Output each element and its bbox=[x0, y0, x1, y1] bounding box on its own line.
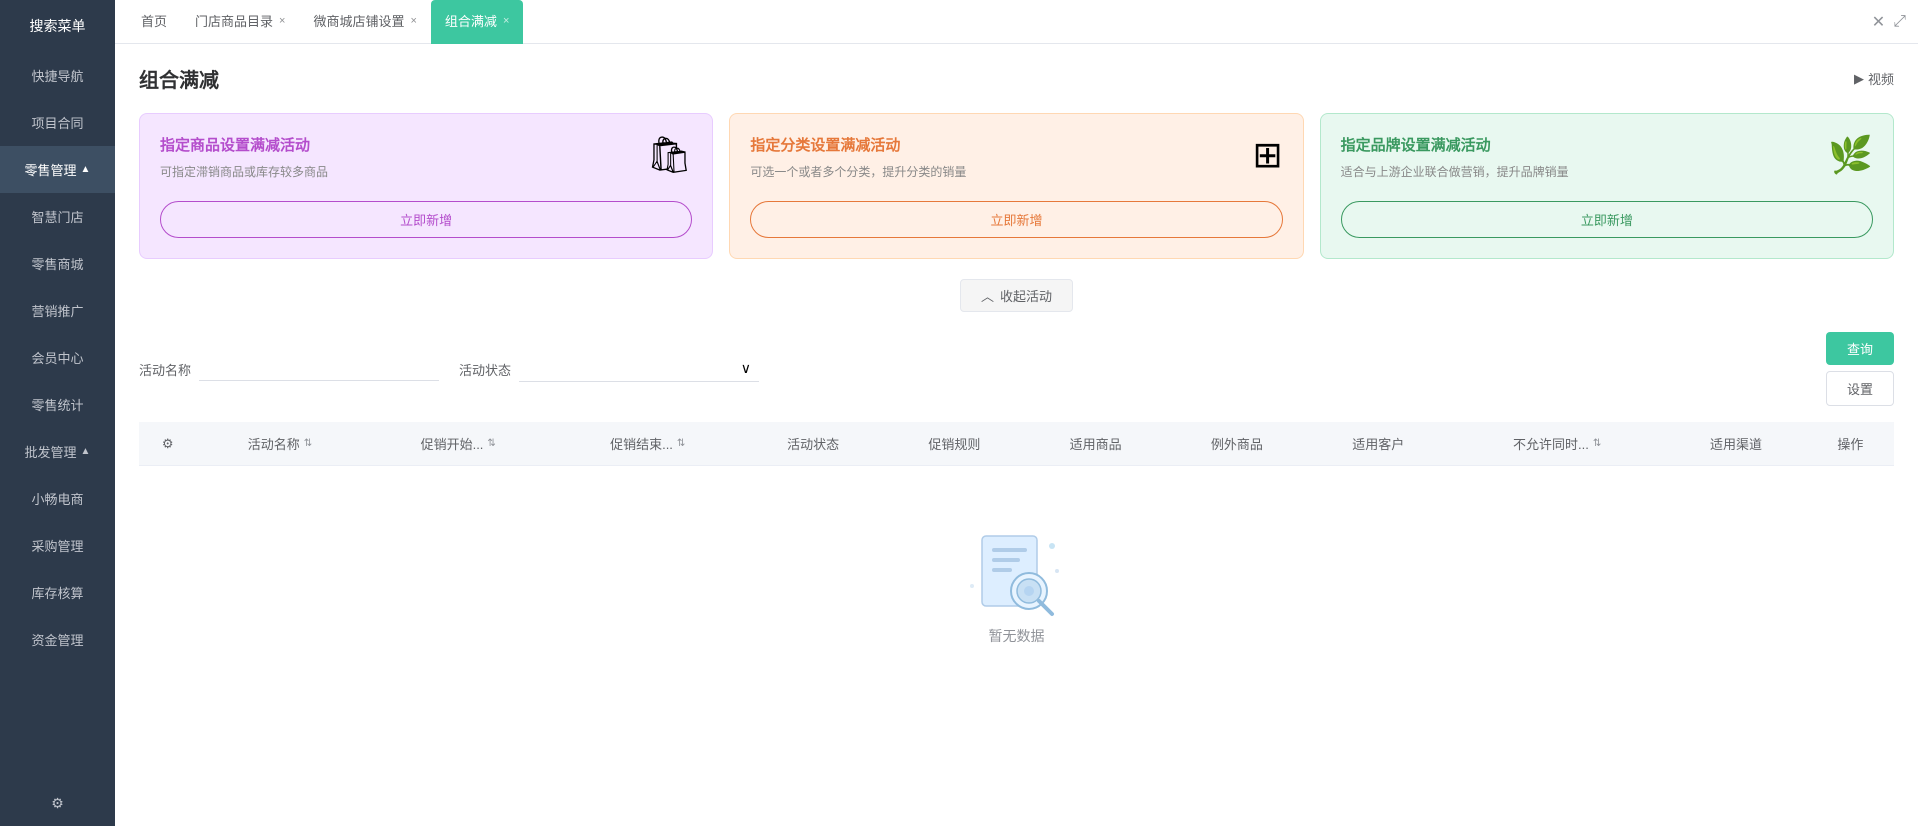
arrow-icon: ▲ bbox=[81, 164, 91, 175]
sidebar-item-quick-nav[interactable]: 快捷导航 bbox=[0, 52, 115, 99]
filter-activity-status: 活动状态 ∨ bbox=[459, 356, 759, 382]
table-settings-icon[interactable]: ⚙ bbox=[162, 436, 174, 451]
sidebar-item-fund-mgmt[interactable]: 资金管理 bbox=[0, 616, 115, 663]
sidebar-item-retail-mgmt[interactable]: 零售管理 ▲ bbox=[0, 146, 115, 193]
th-exception-goods: 例外商品 bbox=[1166, 422, 1307, 466]
activity-name-label: 活动名称 bbox=[139, 360, 191, 379]
collapse-button[interactable]: ︿ 收起活动 bbox=[960, 279, 1073, 312]
sidebar-item-marketing[interactable]: 营销推广 bbox=[0, 287, 115, 334]
tab-bar: 首页 门店商品目录 × 微商城店铺设置 × 组合满减 × ✕ ⤢ bbox=[115, 0, 1918, 44]
card-title: 指定品牌设置满减活动 bbox=[1341, 134, 1873, 155]
sidebar-item-smart-store[interactable]: 智慧门店 bbox=[0, 193, 115, 240]
sidebar-item-purchase-mgmt[interactable]: 采购管理 bbox=[0, 522, 115, 569]
video-label: 视频 bbox=[1868, 69, 1894, 88]
cards-section: 指定商品设置满减活动 可指定滞销商品或库存较多商品 🛍 立即新增 指定分类设置满… bbox=[139, 113, 1894, 259]
empty-illustration bbox=[957, 526, 1077, 626]
sidebar-label: 零售管理 bbox=[25, 160, 77, 179]
card-goods-discount: 指定商品设置满减活动 可指定滞销商品或库存较多商品 🛍 立即新增 bbox=[139, 113, 713, 259]
filter-section: 活动名称 活动状态 ∨ 查询 设置 bbox=[139, 332, 1894, 406]
collapse-label: 收起活动 bbox=[1000, 286, 1052, 305]
tab-close-icon[interactable]: × bbox=[503, 15, 509, 27]
th-applicable-channel: 适用渠道 bbox=[1665, 422, 1806, 466]
sidebar-item-small-ecommerce[interactable]: 小畅电商 bbox=[0, 475, 115, 522]
collapse-icon: ︿ bbox=[981, 286, 994, 305]
content-area: 组合满减 ▶ 视频 指定商品设置满减活动 可指定滞销商品或库存较多商品 🛍 立即… bbox=[115, 44, 1918, 826]
sidebar-item-inventory-calc[interactable]: 库存核算 bbox=[0, 569, 115, 616]
sidebar-search[interactable]: 搜索菜单 bbox=[0, 0, 115, 52]
sort-icon[interactable]: ⇅ bbox=[487, 438, 495, 449]
resize-window-icon[interactable]: ⤢ bbox=[1893, 13, 1906, 31]
th-activity-status: 活动状态 bbox=[742, 422, 883, 466]
card-title: 指定商品设置满减活动 bbox=[160, 134, 692, 155]
th-applicable-customers: 适用客户 bbox=[1308, 422, 1449, 466]
sort-icon[interactable]: ⇅ bbox=[304, 438, 312, 449]
filter-activity-name: 活动名称 bbox=[139, 357, 439, 381]
close-window-icon[interactable]: ✕ bbox=[1872, 12, 1885, 32]
th-no-concurrent[interactable]: 不允许同时...⇅ bbox=[1449, 422, 1666, 466]
sidebar-settings[interactable]: ⚙ bbox=[0, 781, 115, 826]
tab-label: 微商城店铺设置 bbox=[313, 11, 404, 30]
card-title: 指定分类设置满减活动 bbox=[750, 134, 1282, 155]
page-title: 组合满减 bbox=[139, 64, 219, 93]
arrow-icon: ▲ bbox=[81, 446, 91, 457]
collapse-section: ︿ 收起活动 bbox=[139, 279, 1894, 312]
card-desc: 可选一个或者多个分类，提升分类的销量 bbox=[750, 163, 1282, 181]
th-promo-rule: 促销规则 bbox=[884, 422, 1025, 466]
video-link[interactable]: ▶ 视频 bbox=[1854, 69, 1894, 88]
sidebar-item-retail-stats[interactable]: 零售统计 bbox=[0, 381, 115, 428]
tab-label: 门店商品目录 bbox=[195, 11, 273, 30]
sidebar: 搜索菜单 快捷导航项目合同零售管理▲智慧门店零售商城营销推广会员中心零售统计批发… bbox=[0, 0, 115, 826]
card-add-button[interactable]: 立即新增 bbox=[1341, 201, 1873, 238]
tab-label: 组合满减 bbox=[445, 11, 497, 30]
sidebar-item-project-contract[interactable]: 项目合同 bbox=[0, 99, 115, 146]
sort-icon[interactable]: ⇅ bbox=[677, 438, 685, 449]
th-operation: 操作 bbox=[1807, 422, 1894, 466]
tab-close-icon[interactable]: × bbox=[410, 15, 416, 27]
card-icon: ⊞ bbox=[1252, 134, 1282, 176]
sidebar-item-member-center[interactable]: 会员中心 bbox=[0, 334, 115, 381]
chevron-down-icon: ∨ bbox=[741, 360, 751, 377]
card-desc: 适合与上游企业联合做营销，提升品牌销量 bbox=[1341, 163, 1873, 181]
page-header: 组合满减 ▶ 视频 bbox=[139, 64, 1894, 93]
empty-state: 暂无数据 bbox=[139, 466, 1894, 686]
card-add-button[interactable]: 立即新增 bbox=[750, 201, 1282, 238]
sidebar-label: 批发管理 bbox=[25, 442, 77, 461]
th-activity-name[interactable]: 活动名称⇅ bbox=[196, 422, 363, 466]
activity-name-input[interactable] bbox=[199, 357, 439, 381]
activity-status-select[interactable]: ∨ bbox=[519, 356, 759, 382]
card-add-button[interactable]: 立即新增 bbox=[160, 201, 692, 238]
tab-home[interactable]: 首页 bbox=[127, 0, 181, 44]
sidebar-item-wholesale-mgmt[interactable]: 批发管理 ▲ bbox=[0, 428, 115, 475]
card-icon: 🛍 bbox=[647, 134, 693, 176]
empty-text: 暂无数据 bbox=[989, 626, 1045, 646]
tab-close-icon[interactable]: × bbox=[279, 15, 285, 27]
tab-store-catalog[interactable]: 门店商品目录 × bbox=[181, 0, 299, 44]
query-button[interactable]: 查询 bbox=[1826, 332, 1894, 365]
card-icon: 🌿 bbox=[1828, 134, 1873, 176]
th-applicable-goods: 适用商品 bbox=[1025, 422, 1166, 466]
main-area: 首页 门店商品目录 × 微商城店铺设置 × 组合满减 × ✕ ⤢ 组合满减 ▶ 视频 指定商… bbox=[115, 0, 1918, 826]
data-table: ⚙活动名称⇅促销开始...⇅促销结束...⇅活动状态促销规则适用商品例外商品适用… bbox=[139, 422, 1894, 466]
tab-wechat-store-settings[interactable]: 微商城店铺设置 × bbox=[299, 0, 430, 44]
th-promo-start[interactable]: 促销开始...⇅ bbox=[363, 422, 553, 466]
activity-status-label: 活动状态 bbox=[459, 360, 511, 379]
tab-bar-right: ✕ ⤢ bbox=[1872, 12, 1906, 32]
play-circle-icon: ▶ bbox=[1854, 71, 1864, 87]
sidebar-item-retail-mall[interactable]: 零售商城 bbox=[0, 240, 115, 287]
setting-button[interactable]: 设置 bbox=[1826, 371, 1894, 406]
th-settings: ⚙ bbox=[139, 422, 196, 466]
filter-actions: 查询 设置 bbox=[1826, 332, 1894, 406]
tab-combo-discount[interactable]: 组合满减 × bbox=[431, 0, 523, 44]
tab-label: 首页 bbox=[141, 11, 167, 30]
th-promo-end[interactable]: 促销结束...⇅ bbox=[553, 422, 743, 466]
card-category-discount: 指定分类设置满减活动 可选一个或者多个分类，提升分类的销量 ⊞ 立即新增 bbox=[729, 113, 1303, 259]
sort-icon[interactable]: ⇅ bbox=[1593, 438, 1601, 449]
card-brand-discount: 指定品牌设置满减活动 适合与上游企业联合做营销，提升品牌销量 🌿 立即新增 bbox=[1320, 113, 1894, 259]
card-desc: 可指定滞销商品或库存较多商品 bbox=[160, 163, 692, 181]
